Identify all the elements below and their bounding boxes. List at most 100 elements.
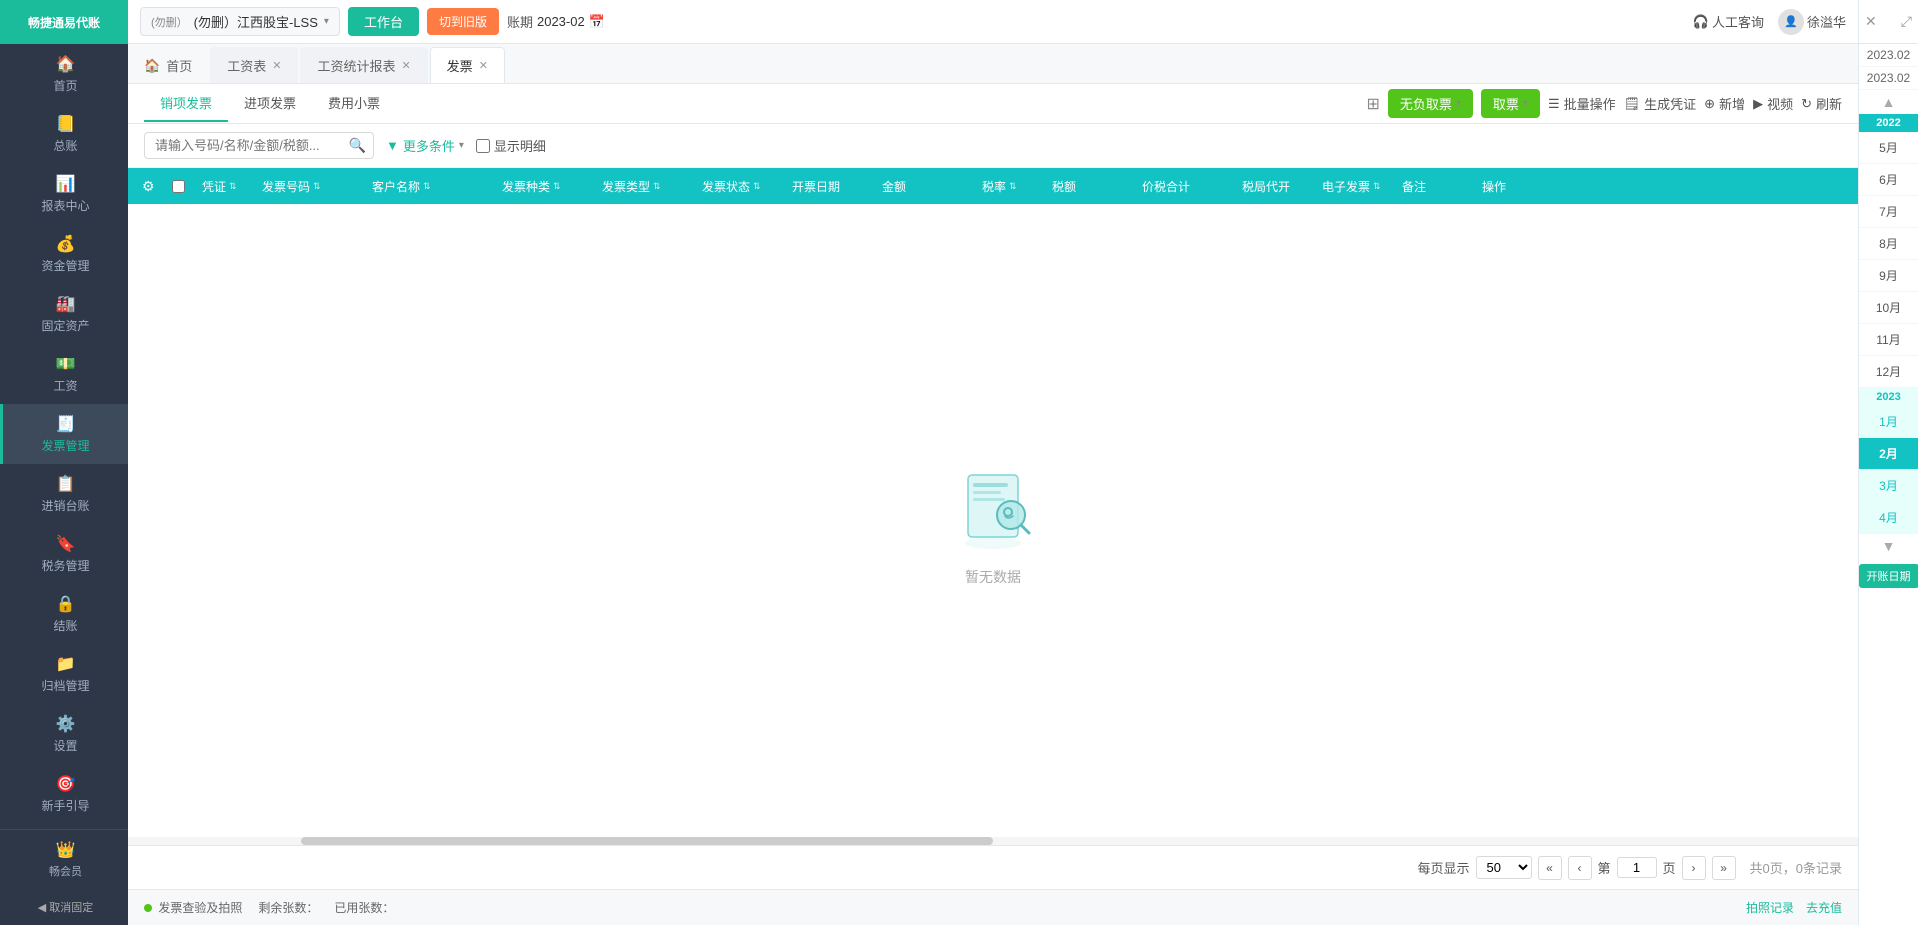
prev-page-button[interactable]: ‹ [1568, 856, 1592, 880]
home-icon: 🏠 [56, 54, 76, 74]
th-e-invoice: 电子发票 ⇅ [1316, 178, 1396, 195]
tab-close-salary[interactable]: ✕ [272, 59, 281, 72]
first-page-button[interactable]: « [1538, 856, 1562, 880]
month-2022-6[interactable]: 6月 [1859, 164, 1918, 196]
th-checkbox [166, 180, 196, 193]
sidebar-item-guide[interactable]: 🎯 新手引导 [0, 764, 128, 824]
th-voucher: 凭证 ⇅ [196, 178, 256, 195]
user-menu[interactable]: 👤 徐溢华 [1778, 9, 1846, 35]
sidebar-item-reports[interactable]: 📊 报表中心 [0, 164, 128, 224]
sidebar-item-settings[interactable]: ⚙️ 设置 [0, 704, 128, 764]
sidebar-item-archive[interactable]: 📁 归档管理 [0, 644, 128, 704]
company-selector[interactable]: (勿删） (勿删）江西股宝-LSS ▾ [140, 7, 340, 36]
tab-salary-stats[interactable]: 工资统计报表 ✕ [300, 47, 427, 83]
empty-text: 暂无数据 [965, 567, 1021, 587]
calendar-icon[interactable]: 📅 [589, 14, 605, 30]
new-invoice-button[interactable]: ⊕ 新增 [1704, 94, 1745, 113]
scroll-up-arrow[interactable]: ▲ [1859, 90, 1918, 114]
tab-invoice[interactable]: 发票 ✕ [430, 47, 505, 83]
sub-tab-expense[interactable]: 费用小票 [312, 85, 396, 122]
scrollbar-thumb[interactable] [301, 837, 993, 845]
month-2023-3[interactable]: 3月 [1859, 470, 1918, 502]
more-filters-button[interactable]: ▼ 更多条件 ▾ [386, 136, 464, 155]
tab-salary[interactable]: 工资表 ✕ [210, 47, 298, 83]
settings-column-icon: ⚙ [142, 178, 155, 195]
sort-einvoice-icon[interactable]: ⇅ [1373, 181, 1381, 192]
sort-type-icon[interactable]: ⇅ [553, 181, 561, 192]
tab-close-salary-stats[interactable]: ✕ [401, 59, 410, 72]
bottom-bar: 发票查验及拍照 剩余张数： 已用张数： 拍照记录 去充值 [128, 889, 1858, 925]
sidebar-item-close[interactable]: 🔒 结账 [0, 584, 128, 644]
capital-icon: 💰 [56, 234, 76, 254]
right-panel-top: ✕ ⤢ [1859, 0, 1918, 44]
sidebar-item-home[interactable]: 🏠 首页 [0, 44, 128, 104]
sub-tab-purchase[interactable]: 进项发票 [228, 85, 312, 122]
support-button[interactable]: 🎧 人工客询 [1693, 12, 1764, 31]
search-input[interactable] [144, 132, 374, 159]
page-number-input[interactable] [1617, 857, 1657, 878]
th-invoice-category: 发票类型 ⇅ [596, 178, 696, 195]
sort-status-icon[interactable]: ⇅ [753, 181, 761, 192]
sidebar-item-member[interactable]: 👑 畅会员 [0, 830, 128, 889]
recharge-link[interactable]: 去充值 [1806, 899, 1842, 916]
no-deduct-button[interactable]: 无负取票 ▾ [1388, 89, 1473, 118]
sub-tab-sales[interactable]: 销项发票 [144, 85, 228, 122]
sidebar-item-capital[interactable]: 💰 资金管理 [0, 224, 128, 284]
sidebar-item-sales[interactable]: 📋 进销台账 [0, 464, 128, 524]
month-2022-11[interactable]: 11月 [1859, 324, 1918, 356]
month-2022-12[interactable]: 12月 [1859, 356, 1918, 388]
last-page-button[interactable]: » [1712, 856, 1736, 880]
sort-category-icon[interactable]: ⇅ [653, 181, 661, 192]
sidebar-item-invoice-mgmt[interactable]: 🧾 发票管理 [0, 404, 128, 464]
pin-icon: ◀ [38, 901, 46, 914]
page-size-select[interactable]: 50 100 200 [1476, 856, 1532, 879]
right-panel-close-icon[interactable]: ✕ [1865, 13, 1877, 30]
column-settings-icon[interactable]: ⊞ [1366, 94, 1379, 114]
home-tab-icon: 🏠 [144, 58, 160, 74]
month-2022-9[interactable]: 9月 [1859, 260, 1918, 292]
month-2023-4[interactable]: 4月 [1859, 502, 1918, 534]
month-2022-5[interactable]: 5月 [1859, 132, 1918, 164]
switch-version-button[interactable]: 切到旧版 [427, 8, 499, 35]
month-2023-2[interactable]: 2月 [1859, 438, 1918, 470]
select-all-checkbox[interactable] [172, 180, 185, 193]
refresh-button[interactable]: ↻ 刷新 [1801, 94, 1842, 113]
period-header-1[interactable]: 2023.02 [1859, 44, 1918, 67]
sidebar-item-general[interactable]: 📒 总账 [0, 104, 128, 164]
horizontal-scrollbar[interactable] [128, 837, 1858, 845]
tab-home[interactable]: 🏠 首页 [128, 48, 208, 83]
month-2022-8[interactable]: 8月 [1859, 228, 1918, 260]
tab-close-invoice[interactable]: ✕ [479, 59, 488, 72]
close-accounts-icon: 🔒 [56, 594, 76, 614]
photo-record-link[interactable]: 拍照记录 [1746, 899, 1794, 916]
right-panel: ✕ ⤢ 2023.02 2023.02 ▲ 2022 5月 6月 7月 8月 9… [1858, 0, 1918, 925]
batch-op-button[interactable]: ☰ 批量操作 [1548, 94, 1616, 113]
sidebar-item-assets[interactable]: 🏭 固定资产 [0, 284, 128, 344]
sort-tax-rate-icon[interactable]: ⇅ [1009, 181, 1017, 192]
month-2023-1[interactable]: 1月 [1859, 406, 1918, 438]
next-page-button[interactable]: › [1682, 856, 1706, 880]
generate-voucher-button[interactable]: 🗒 生成凭证 [1624, 94, 1697, 113]
sidebar-item-salary[interactable]: 💵 工资 [0, 344, 128, 404]
video-button[interactable]: ▶ 视频 [1753, 94, 1793, 113]
topbar-right: 🎧 人工客询 👤 徐溢华 [1693, 9, 1846, 35]
month-2022-10[interactable]: 10月 [1859, 292, 1918, 324]
month-2022-7[interactable]: 7月 [1859, 196, 1918, 228]
display-detail-toggle[interactable]: 显示明细 [476, 136, 546, 155]
th-customer: 客户名称 ⇅ [366, 178, 496, 195]
main-area: (勿删） (勿删）江西股宝-LSS ▾ 工作台 切到旧版 账期 2023-02 … [128, 0, 1858, 925]
period-header-2[interactable]: 2023.02 [1859, 67, 1918, 90]
unpin-button[interactable]: ◀ 取消固定 [0, 889, 128, 925]
search-icon[interactable]: 🔍 [349, 137, 366, 154]
right-panel-expand-icon[interactable]: ⤢ [1901, 13, 1912, 30]
avatar: 👤 [1778, 9, 1804, 35]
get-ticket-button[interactable]: 取票 ▾ [1481, 89, 1540, 118]
sort-customer-icon[interactable]: ⇅ [423, 181, 431, 192]
sort-invoice-no-icon[interactable]: ⇅ [313, 181, 321, 192]
sort-voucher-icon[interactable]: ⇅ [229, 181, 237, 192]
scroll-down-arrow[interactable]: ▼ [1859, 534, 1918, 558]
open-period-button[interactable]: 开账日期 [1859, 564, 1918, 588]
workbench-button[interactable]: 工作台 [348, 7, 419, 36]
display-detail-checkbox[interactable] [476, 139, 490, 153]
sidebar-item-tax[interactable]: 🔖 税务管理 [0, 524, 128, 584]
